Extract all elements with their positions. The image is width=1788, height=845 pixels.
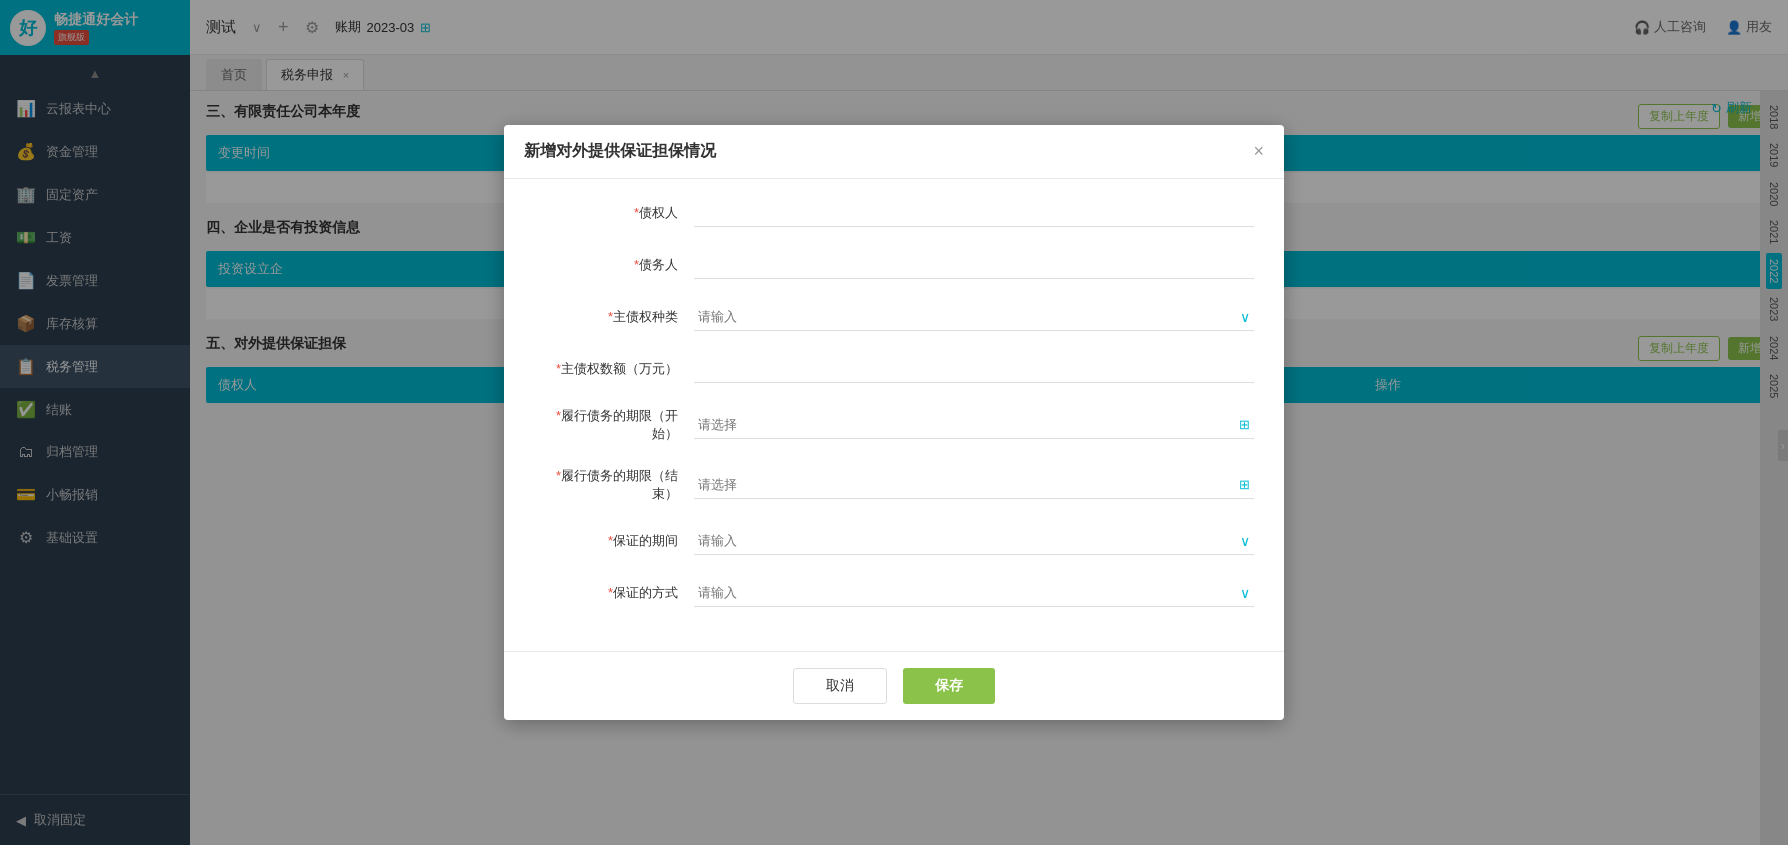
debtor-label: *债务人	[534, 256, 694, 274]
credit-type-label-text: 主债权种类	[613, 309, 678, 324]
field-credit-type: *主债权种类 ∨	[534, 303, 1254, 331]
credit-amount-label-text: 主债权数额（万元）	[561, 361, 678, 376]
period-end-calendar-icon[interactable]: ⊞	[1239, 477, 1254, 492]
modal-title: 新增对外提供保证担保情况	[524, 141, 716, 162]
guarantee-period-label: *保证的期间	[534, 532, 694, 550]
guarantee-method-label: *保证的方式	[534, 584, 694, 602]
credit-type-chevron-icon[interactable]: ∨	[1240, 309, 1254, 325]
field-guarantee-period: *保证的期间 ∨	[534, 527, 1254, 555]
period-end-label-text: 履行债务的期限（结束）	[561, 468, 678, 501]
credit-type-select-wrap: ∨	[694, 303, 1254, 331]
debtor-label-text: 债务人	[639, 257, 678, 272]
guarantee-period-input[interactable]	[694, 527, 1240, 554]
modal-close-button[interactable]: ×	[1253, 141, 1264, 162]
guarantee-method-select-wrap: ∨	[694, 579, 1254, 607]
modal-header: 新增对外提供保证担保情况 ×	[504, 125, 1284, 179]
field-credit-amount: *主债权数额（万元）	[534, 355, 1254, 383]
field-period-end: *履行债务的期限（结束） ⊞	[534, 467, 1254, 503]
modal-footer: 取消 保存	[504, 651, 1284, 720]
period-start-calendar-icon[interactable]: ⊞	[1239, 417, 1254, 432]
guarantee-period-chevron-icon[interactable]: ∨	[1240, 533, 1254, 549]
period-end-date-wrap: ⊞	[694, 471, 1254, 499]
field-period-start: *履行债务的期限（开始） ⊞	[534, 407, 1254, 443]
debtor-input[interactable]	[694, 251, 1254, 279]
guarantee-method-input[interactable]	[694, 579, 1240, 606]
guarantee-period-select-wrap: ∨	[694, 527, 1254, 555]
period-end-input[interactable]	[694, 471, 1239, 498]
creditor-input[interactable]	[694, 199, 1254, 227]
creditor-label-text: 债权人	[639, 205, 678, 220]
period-start-input[interactable]	[694, 411, 1239, 438]
save-button[interactable]: 保存	[903, 668, 995, 704]
modal-overlay: 新增对外提供保证担保情况 × *债权人 *债务人 *主债权种类	[0, 0, 1788, 845]
field-guarantee-method: *保证的方式 ∨	[534, 579, 1254, 607]
period-end-label: *履行债务的期限（结束）	[534, 467, 694, 503]
field-debtor: *债务人	[534, 251, 1254, 279]
field-creditor: *债权人	[534, 199, 1254, 227]
modal-dialog: 新增对外提供保证担保情况 × *债权人 *债务人 *主债权种类	[504, 125, 1284, 720]
credit-amount-label: *主债权数额（万元）	[534, 360, 694, 378]
period-start-label-text: 履行债务的期限（开始）	[561, 408, 678, 441]
guarantee-period-label-text: 保证的期间	[613, 533, 678, 548]
credit-type-label: *主债权种类	[534, 308, 694, 326]
cancel-button[interactable]: 取消	[793, 668, 887, 704]
guarantee-method-label-text: 保证的方式	[613, 585, 678, 600]
guarantee-method-chevron-icon[interactable]: ∨	[1240, 585, 1254, 601]
credit-type-input[interactable]	[694, 303, 1240, 330]
period-start-date-wrap: ⊞	[694, 411, 1254, 439]
modal-body: *债权人 *债务人 *主债权种类 ∨	[504, 179, 1284, 651]
period-start-label: *履行债务的期限（开始）	[534, 407, 694, 443]
credit-amount-input[interactable]	[694, 355, 1254, 383]
creditor-label: *债权人	[534, 204, 694, 222]
